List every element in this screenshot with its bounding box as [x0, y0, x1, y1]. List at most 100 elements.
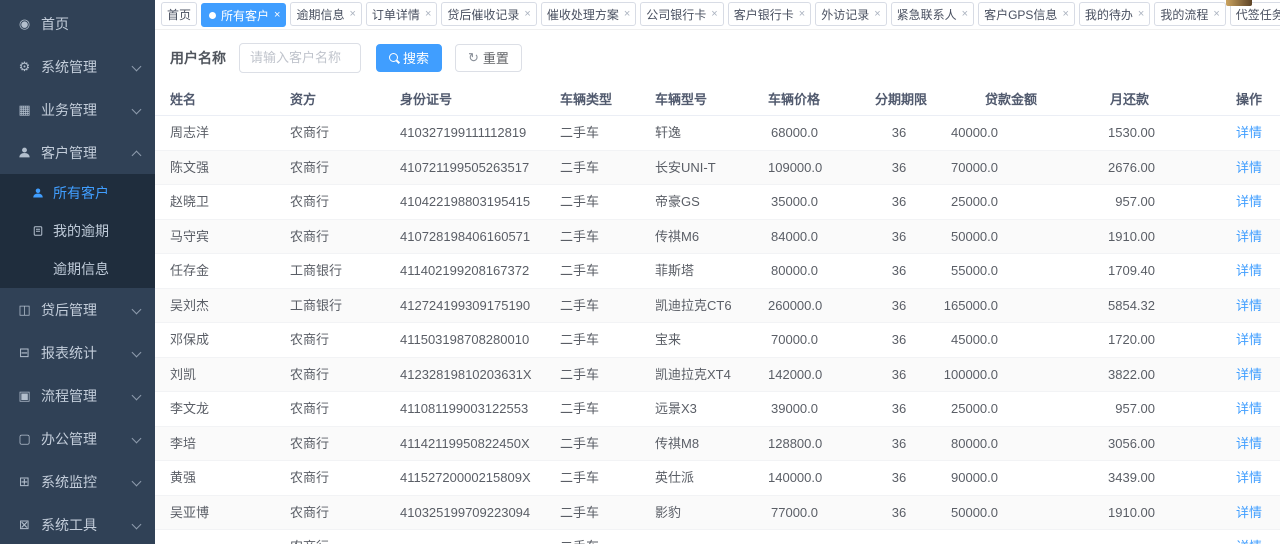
close-icon[interactable]: × [711, 9, 717, 20]
sidebar-item-4[interactable]: ◫ 贷后管理 [0, 288, 155, 331]
reset-button[interactable]: ↻ 重置 [455, 44, 522, 72]
sidebar-subitem[interactable]: 我的逾期 [0, 212, 155, 250]
chevron-down-icon [132, 391, 142, 401]
cell-id-number: 411503198708280010 [400, 323, 529, 358]
sidebar-item-2[interactable]: ▦ 业务管理 [0, 88, 155, 131]
cell-vehicle-type: 二手车 [560, 496, 599, 531]
columns-icon: ◫ [16, 302, 33, 318]
book-icon [30, 225, 45, 237]
detail-link[interactable]: 详情 [1236, 254, 1262, 289]
sidebar-item-8[interactable]: ⊞ 系统监控 [0, 460, 155, 503]
sidebar-item-1[interactable]: ⚙ 系统管理 [0, 45, 155, 88]
table-row: 农商行 二手车 详情 [155, 530, 1280, 544]
detail-link[interactable]: 详情 [1236, 530, 1262, 544]
header-bank: 资方 [290, 85, 316, 115]
active-dot-icon [209, 12, 216, 19]
sidebar-subitem[interactable]: 所有客户 [0, 174, 155, 212]
cell-price: 260000.0 [768, 289, 818, 324]
customer-name-input[interactable] [239, 43, 361, 73]
close-icon[interactable]: × [349, 9, 355, 20]
detail-link[interactable]: 详情 [1236, 289, 1262, 324]
table-header: 姓名 资方 身份证号 车辆类型 车辆型号 车辆价格 分期期限 贷款金额 月还款 … [155, 85, 1280, 116]
cell-monthly: 3439.00 [1060, 461, 1155, 496]
sidebar-item-7[interactable]: ▢ 办公管理 [0, 417, 155, 460]
tab[interactable]: 公司银行卡 × [640, 2, 723, 26]
cell-loan: 100000.0 [915, 358, 998, 393]
detail-link[interactable]: 详情 [1236, 427, 1262, 462]
cell-vehicle-model: 影豹 [655, 496, 681, 531]
tab[interactable]: 我的流程 × [1154, 2, 1225, 26]
tab[interactable]: 紧急联系人 × [891, 2, 974, 26]
detail-link[interactable]: 详情 [1236, 185, 1262, 220]
close-icon[interactable]: × [799, 9, 805, 20]
tab[interactable]: 外访记录 × [815, 2, 886, 26]
cell-price: 70000.0 [768, 323, 818, 358]
table-row: 黄强 农商行 41152720000215809X 二手车 英仕派 140000… [155, 461, 1280, 496]
close-icon[interactable]: × [962, 9, 968, 20]
detail-link[interactable]: 详情 [1236, 496, 1262, 531]
detail-link[interactable]: 详情 [1236, 151, 1262, 186]
cell-bank: 农商行 [290, 392, 329, 427]
tab[interactable]: 所有客户 × [201, 3, 286, 27]
detail-link[interactable]: 详情 [1236, 220, 1262, 255]
cell-id-number: 411081199003122553 [400, 392, 528, 427]
close-icon[interactable]: × [1062, 9, 1068, 20]
tab-label: 外访记录 [821, 6, 869, 23]
cell-bank: 工商银行 [290, 254, 342, 289]
sidebar-item-0[interactable]: ◉ 首页 [0, 2, 155, 45]
cell-vehicle-type: 二手车 [560, 254, 599, 289]
chevron-down-icon [132, 520, 142, 530]
chevron-down-icon [132, 105, 142, 115]
cell-bank: 农商行 [290, 427, 329, 462]
tab[interactable]: 贷后催收记录 × [441, 2, 536, 26]
close-icon[interactable]: × [1138, 9, 1144, 20]
detail-link[interactable]: 详情 [1236, 323, 1262, 358]
tab[interactable]: 催收处理方案 × [541, 2, 636, 26]
sidebar-subitem-label: 所有客户 [53, 183, 109, 203]
tab[interactable]: 我的待办 × [1079, 2, 1150, 26]
chevron-down-icon [132, 305, 142, 315]
header-price: 车辆价格 [768, 85, 820, 115]
close-icon[interactable]: × [624, 9, 630, 20]
detail-link[interactable]: 详情 [1236, 392, 1262, 427]
cell-name: 周志洋 [170, 116, 209, 151]
tab[interactable]: 客户GPS信息 × [978, 2, 1075, 26]
cell-bank: 农商行 [290, 116, 329, 151]
cell-id-number: 412724199309175190 [400, 289, 530, 324]
cell-id-number: 411402199208167372 [400, 254, 529, 289]
cell-loan: 55000.0 [915, 254, 998, 289]
sidebar-subitem[interactable]: 逾期信息 [0, 250, 155, 288]
close-icon[interactable]: × [425, 9, 431, 20]
close-icon[interactable]: × [1213, 9, 1219, 20]
tab[interactable]: 首页 [161, 2, 197, 26]
cell-name: 邓保成 [170, 323, 209, 358]
sidebar-item-9[interactable]: ⊠ 系统工具 [0, 503, 155, 544]
cell-vehicle-type: 二手车 [560, 289, 599, 324]
avatar-fragment[interactable] [1226, 0, 1252, 6]
tabs-container: 首页 所有客户 × 逾期信息 × 订单详情 × 贷后催收记录 × 催收处理方案 … [161, 2, 1280, 27]
detail-link[interactable]: 详情 [1236, 116, 1262, 151]
detail-link[interactable]: 详情 [1236, 358, 1262, 393]
sidebar-submenu: 所有客户 我的逾期 逾期信息 [0, 174, 155, 288]
detail-link[interactable]: 详情 [1236, 461, 1262, 496]
tab-label: 逾期信息 [296, 6, 344, 23]
search-button[interactable]: 搜索 [376, 44, 442, 72]
close-icon[interactable]: × [524, 9, 530, 20]
tab[interactable]: 逾期信息 × [290, 2, 361, 26]
cell-vehicle-type: 二手车 [560, 116, 599, 151]
cell-name: 李培 [170, 427, 196, 462]
main-content: 用户名称 搜索 ↻ 重置 姓名 资方 身份证号 车辆类型 车辆型号 车辆价格 分… [155, 30, 1280, 544]
cell-id-number: 41152720000215809X [400, 461, 531, 496]
tab[interactable]: 订单详情 × [366, 2, 437, 26]
cell-price: 77000.0 [768, 496, 818, 531]
table-row: 吴刘杰 工商银行 412724199309175190 二手车 凯迪拉克CT6 … [155, 289, 1280, 324]
sidebar-item-5[interactable]: ⊟ 报表统计 [0, 331, 155, 374]
sidebar-item-3[interactable]: 客户管理 [0, 131, 155, 174]
close-icon[interactable]: × [274, 10, 280, 21]
sidebar-item-6[interactable]: ▣ 流程管理 [0, 374, 155, 417]
header-id-number: 身份证号 [400, 85, 452, 115]
tab[interactable]: 客户银行卡 × [728, 2, 811, 26]
close-icon[interactable]: × [874, 9, 880, 20]
tab-label: 我的流程 [1160, 6, 1208, 23]
user-icon [16, 146, 33, 159]
